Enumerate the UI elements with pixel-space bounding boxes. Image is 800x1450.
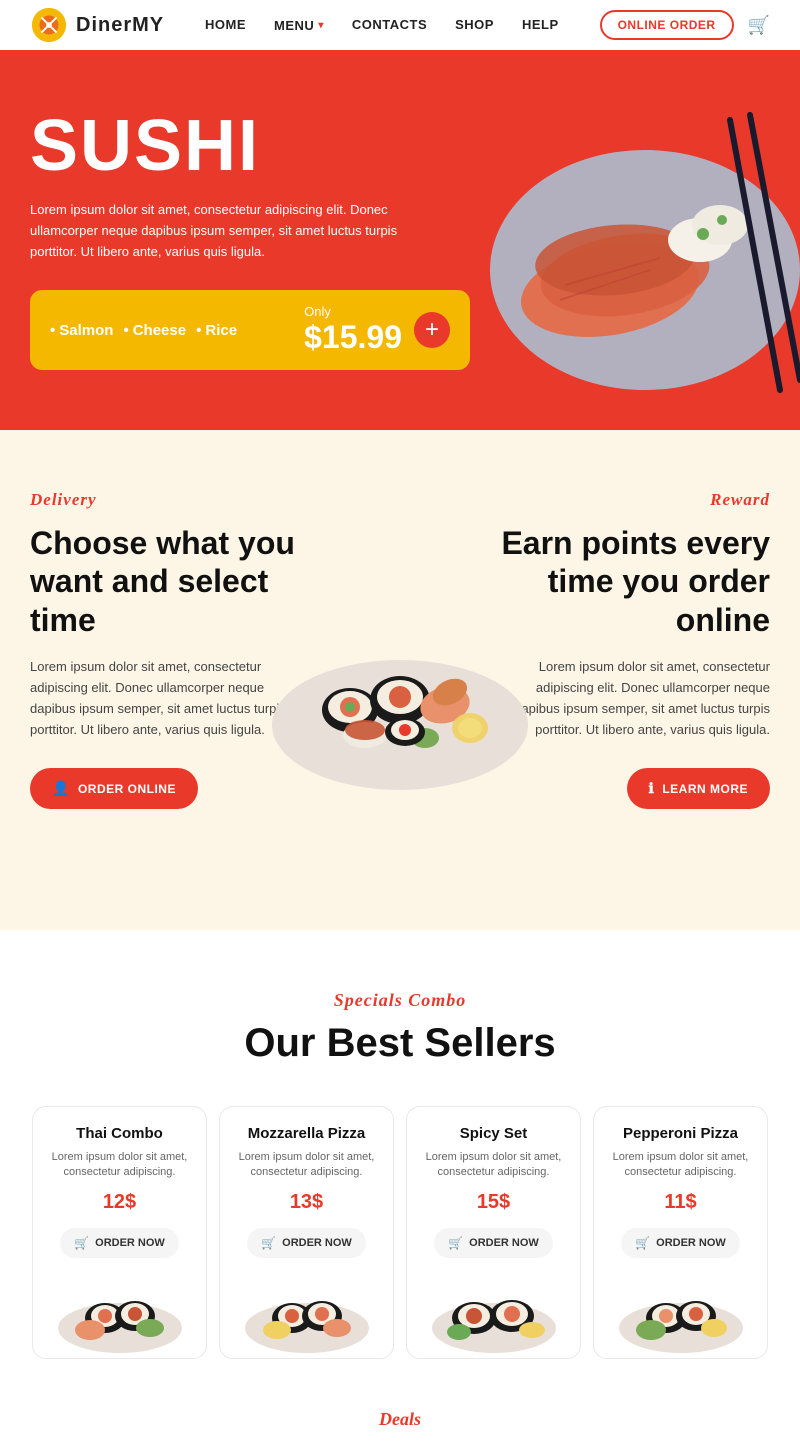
hero-description: Lorem ipsum dolor sit amet, consectetur … [30,200,410,262]
ingredient-salmon: Salmon [50,322,113,339]
hero-ingredients: Salmon Cheese Rice [50,322,237,339]
product-name-4: Pepperoni Pizza [608,1125,753,1142]
product-card-3: Spicy Set Lorem ipsum dolor sit amet, co… [406,1106,581,1359]
navbar: DinerMY HOME MENU ▾ CONTACTS SHOP HELP O… [0,0,800,50]
logo-text: DinerMY [76,14,164,37]
hero-price-right: Only $15.99 + [304,304,450,356]
nav-item-menu[interactable]: MENU ▾ [274,18,324,33]
nav-item-home[interactable]: HOME [205,16,246,34]
product-desc-3: Lorem ipsum dolor sit amet, consectetur … [421,1150,566,1181]
order-now-button-3[interactable]: 🛒 ORDER NOW [434,1228,553,1258]
nav-item-contacts[interactable]: CONTACTS [352,16,427,34]
deals-label: Deals [20,1409,780,1430]
nav-links: HOME MENU ▾ CONTACTS SHOP HELP [205,16,559,34]
product-cards-row: Thai Combo Lorem ipsum dolor sit amet, c… [20,1106,780,1359]
hero-title: SUSHI [30,110,490,182]
product-desc-2: Lorem ipsum dolor sit amet, consectetur … [234,1150,379,1181]
product-name-2: Mozzarella Pizza [234,1125,379,1142]
delivery-label: Delivery [30,490,310,510]
cart-small-icon-4: 🛒 [635,1236,650,1250]
mid-section: Delivery Choose what you want and select… [0,430,800,930]
ingredient-rice: Rice [196,322,237,339]
online-order-button[interactable]: ONLINE ORDER [600,10,734,40]
learn-more-button[interactable]: ℹ LEARN MORE [627,768,771,809]
logo[interactable]: DinerMY [30,6,164,44]
order-online-icon: 👤 [52,780,70,797]
hero-plate-svg [460,60,800,420]
order-online-button[interactable]: 👤 ORDER ONLINE [30,768,198,809]
add-to-cart-button[interactable]: + [414,312,450,348]
ingredient-cheese: Cheese [123,322,186,339]
mid-food-image [260,580,540,805]
card-food-img-4 [611,1268,751,1358]
specials-title: Our Best Sellers [20,1021,780,1066]
only-label: Only [304,304,402,319]
specials-section: Specials Combo Our Best Sellers Thai Com… [0,930,800,1379]
nav-item-help[interactable]: HELP [522,16,559,34]
product-desc-4: Lorem ipsum dolor sit amet, consectetur … [608,1150,753,1181]
product-card-4: Pepperoni Pizza Lorem ipsum dolor sit am… [593,1106,768,1359]
specials-label: Specials Combo [20,990,780,1011]
card-food-img-2 [237,1268,377,1358]
product-desc-1: Lorem ipsum dolor sit amet, consectetur … [47,1150,192,1181]
nav-right: ONLINE ORDER 🛒 [600,10,770,40]
product-name-3: Spicy Set [421,1125,566,1142]
hero-section: SUSHI Lorem ipsum dolor sit amet, consec… [0,50,800,430]
order-now-button-1[interactable]: 🛒 ORDER NOW [60,1228,179,1258]
cart-small-icon-1: 🛒 [74,1236,89,1250]
product-price-4: 11$ [608,1191,753,1214]
hero-content: SUSHI Lorem ipsum dolor sit amet, consec… [30,110,490,370]
cart-small-icon-2: 🛒 [261,1236,276,1250]
product-price-3: 15$ [421,1191,566,1214]
chevron-down-icon: ▾ [318,20,324,31]
learn-more-icon: ℹ [649,780,655,797]
nav-item-shop[interactable]: SHOP [455,16,494,34]
hero-price-box: Salmon Cheese Rice Only $15.99 + [30,290,470,370]
logo-icon [30,6,68,44]
mid-plate-svg [260,580,540,800]
product-name-1: Thai Combo [47,1125,192,1142]
product-price-2: 13$ [234,1191,379,1214]
card-food-img-1 [50,1268,190,1358]
product-price-1: 12$ [47,1191,192,1214]
cart-icon[interactable]: 🛒 [748,15,770,36]
deals-section: Deals [0,1379,800,1450]
card-food-img-3 [424,1268,564,1358]
reward-label: Reward [490,490,770,510]
order-now-button-2[interactable]: 🛒 ORDER NOW [247,1228,366,1258]
product-card-2: Mozzarella Pizza Lorem ipsum dolor sit a… [219,1106,394,1359]
cart-small-icon-3: 🛒 [448,1236,463,1250]
hero-price: $15.99 [304,319,402,356]
product-card-1: Thai Combo Lorem ipsum dolor sit amet, c… [32,1106,207,1359]
order-now-button-4[interactable]: 🛒 ORDER NOW [621,1228,740,1258]
hero-food-image [460,60,800,420]
